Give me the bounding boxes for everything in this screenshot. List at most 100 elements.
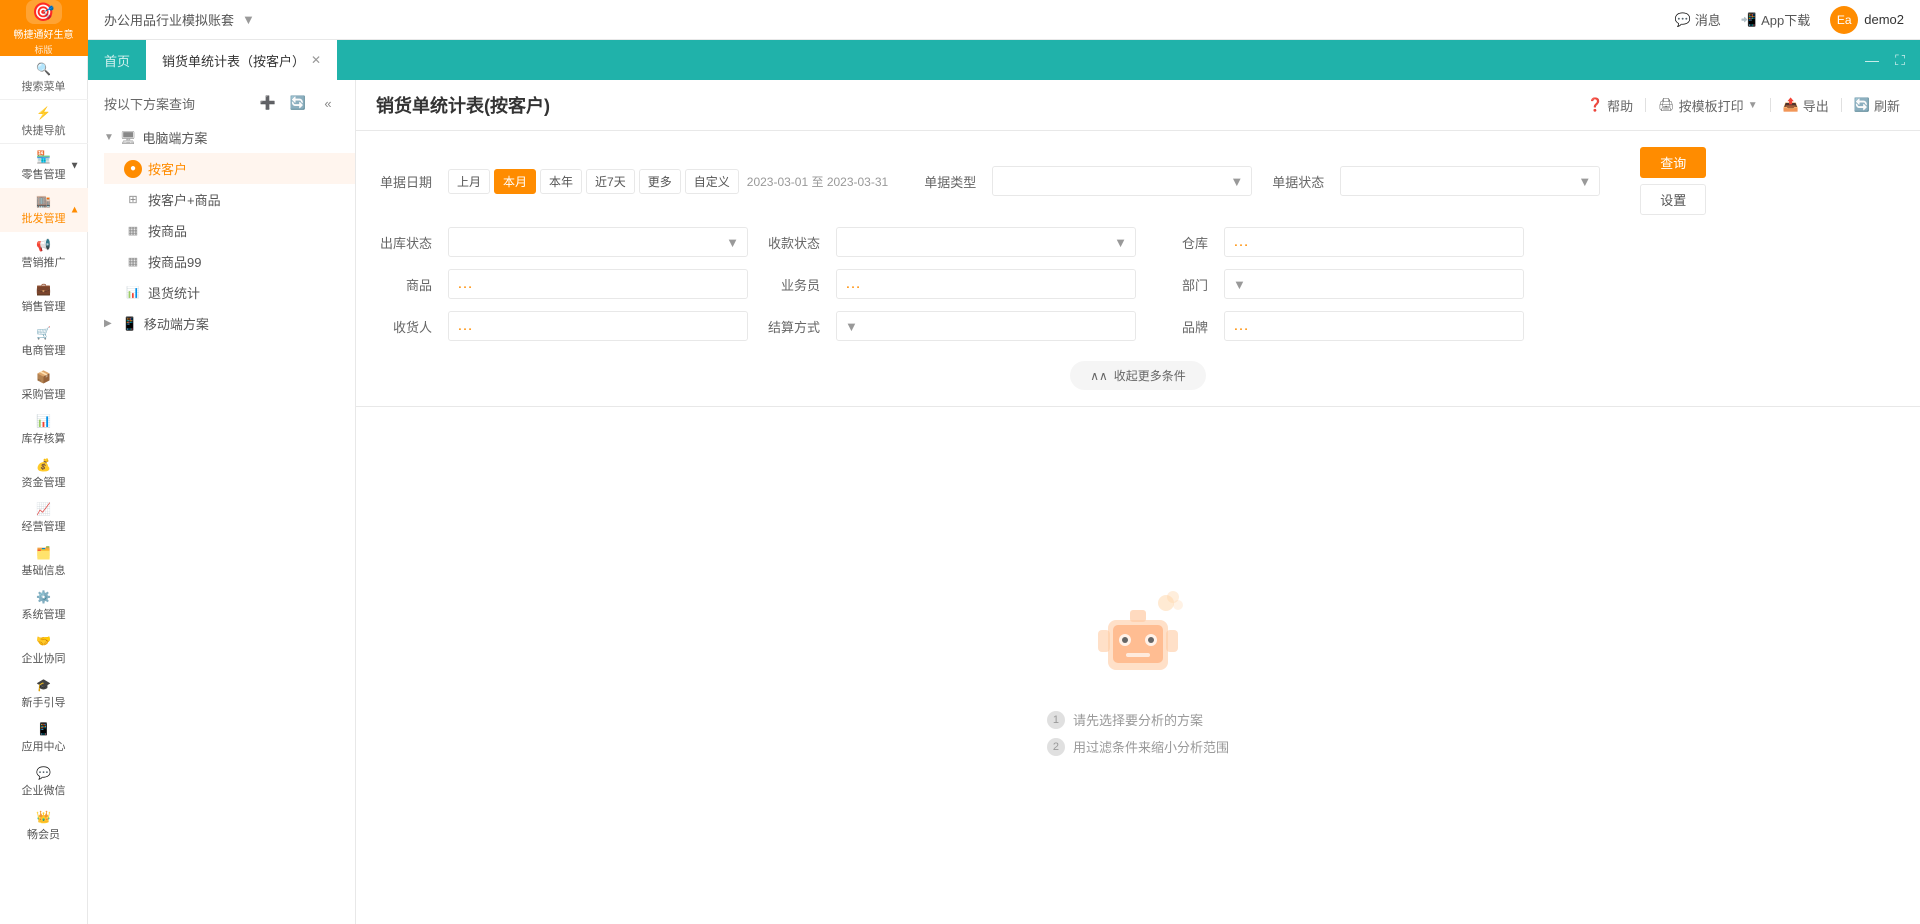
tip-text-1: 请先选择要分析的方案 <box>1073 710 1203 729</box>
date-range-display: 2023-03-01 至 2023-03-31 <box>747 173 888 190</box>
receipt-status-select[interactable]: ▼ <box>836 227 1136 257</box>
quick-nav-label: 快捷导航 <box>22 122 66 138</box>
wholesale-expand-icon: ▲ <box>70 205 80 216</box>
collapse-panel-btn[interactable]: « <box>317 92 339 114</box>
empty-state: 1 请先选择要分析的方案 2 用过滤条件来缩小分析范围 <box>356 407 1920 924</box>
empty-svg <box>1078 575 1198 695</box>
sidebar-item-purchase[interactable]: 📦 采购管理 <box>0 364 88 408</box>
tab-home[interactable]: 首页 <box>88 40 146 80</box>
desktop-group-children: ● 按客户 ⊞ 按客户+商品 ▦ 按商品 ▦ 按商品99 <box>88 153 355 308</box>
tip-num-1: 1 <box>1047 711 1065 729</box>
sidebar-item-ecommerce[interactable]: 🛒 电商管理 <box>0 320 88 364</box>
export-btn[interactable]: 📤 导出 <box>1783 96 1829 115</box>
custom-btn[interactable]: 自定义 <box>685 169 739 194</box>
sidebar-item-operations[interactable]: 📈 经营管理 <box>0 496 88 540</box>
window-minimize-btn[interactable]: — <box>1860 48 1884 72</box>
order-status-arrow: ▼ <box>1578 174 1591 189</box>
enterprise-wechat-icon: 💬 <box>36 766 51 780</box>
sidebar-item-sales[interactable]: 💼 销售管理 <box>0 276 88 320</box>
tab-sales-stats[interactable]: 销货单统计表（按客户） ✕ <box>146 40 337 80</box>
settings-btn[interactable]: 设置 <box>1640 184 1706 215</box>
consignee-select[interactable]: … <box>448 311 748 341</box>
last-7days-btn[interactable]: 近7天 <box>586 169 635 194</box>
main-area: 办公用品行业模拟账套 ▼ 💬 消息 📲 App下载 Ea demo2 首页 销货… <box>88 0 1920 924</box>
refund-stats-icon: 📊 <box>124 284 142 302</box>
settlement-arrow: ▼ <box>845 319 858 334</box>
left-panel-title: 按以下方案查询 <box>104 94 195 113</box>
filter-row-2: 出库状态 ▼ 收款状态 ▼ 仓库 … <box>376 227 1900 257</box>
more-btn[interactable]: 更多 <box>639 169 681 194</box>
help-label: 帮助 <box>1607 96 1633 115</box>
print-btn[interactable]: 🖨 按模板打印 ▼ <box>1658 96 1757 115</box>
sidebar-item-finance[interactable]: 💰 资金管理 <box>0 452 88 496</box>
dept-select[interactable]: ▼ <box>1224 269 1524 299</box>
sidebar-logo[interactable]: 🎯 畅捷通好生意 标版 <box>0 0 88 56</box>
message-icon: 💬 <box>1675 12 1691 28</box>
system-icon: ⚙️ <box>36 590 51 604</box>
sidebar-item-wholesale[interactable]: 🏬 批发管理 ▲ <box>0 188 88 232</box>
app-download-btn[interactable]: 📲 App下载 <box>1741 10 1810 29</box>
product-select[interactable]: … <box>448 269 748 299</box>
desktop-group-icon: 🖥 <box>120 130 137 146</box>
tree-node-by-product-99[interactable]: ▦ 按商品99 <box>104 246 355 277</box>
sidebar-search[interactable]: 🔍 搜索菜单 <box>0 56 88 100</box>
refresh-label: 刷新 <box>1874 96 1900 115</box>
desktop-group-header[interactable]: ▼ 🖥 电脑端方案 <box>88 122 355 153</box>
mobile-group-header[interactable]: ▶ 📱 移动端方案 <box>88 308 355 339</box>
out-status-select[interactable]: ▼ <box>448 227 748 257</box>
sidebar-quick-nav[interactable]: ⚡ 快捷导航 <box>0 100 88 144</box>
this-year-btn[interactable]: 本年 <box>540 169 582 194</box>
sidebar-item-member[interactable]: 👑 畅会员 <box>0 804 88 848</box>
app-center-icon: 📱 <box>36 722 51 736</box>
order-status-label: 单据状态 <box>1268 172 1324 191</box>
divider3 <box>1841 98 1842 112</box>
filter-row-1: 单据日期 上月 本月 本年 近7天 更多 自定义 2023-03-01 至 20… <box>376 147 1900 215</box>
sidebar-item-inventory[interactable]: 📊 库存核算 <box>0 408 88 452</box>
export-label: 导出 <box>1803 96 1829 115</box>
content-area: 按以下方案查询 ➕ 🔄 « ▼ 🖥 电脑端方案 ● 按客户 <box>88 80 1920 924</box>
by-customer-product-label: 按客户+商品 <box>148 190 221 209</box>
logo-sub: 标版 <box>34 43 52 56</box>
consignee-label: 收货人 <box>376 317 432 336</box>
sidebar-item-enterprise[interactable]: 🤝 企业协同 <box>0 628 88 672</box>
refresh-scheme-btn[interactable]: 🔄 <box>287 92 309 114</box>
sidebar-item-basic[interactable]: 🗂️ 基础信息 <box>0 540 88 584</box>
help-btn[interactable]: ❓ 帮助 <box>1587 96 1633 115</box>
sidebar-item-ecommerce-label: 电商管理 <box>22 342 66 358</box>
divider1 <box>1645 98 1646 112</box>
brand-select[interactable]: … <box>1224 311 1524 341</box>
last-month-btn[interactable]: 上月 <box>448 169 490 194</box>
tree-node-by-customer[interactable]: ● 按客户 <box>104 153 355 184</box>
empty-tip-1: 1 请先选择要分析的方案 <box>1047 710 1229 729</box>
dropdown-icon[interactable]: ▼ <box>242 12 255 27</box>
refresh-btn[interactable]: 🔄 刷新 <box>1854 96 1900 115</box>
warehouse-select[interactable]: … <box>1224 227 1524 257</box>
sidebar-item-retail[interactable]: 🏪 零售管理 ▼ <box>0 144 88 188</box>
order-status-select[interactable]: ▼ <box>1340 166 1600 196</box>
desktop-expand-icon: ▼ <box>104 132 114 143</box>
salesperson-select[interactable]: … <box>836 269 1136 299</box>
empty-tip-2: 2 用过滤条件来缩小分析范围 <box>1047 737 1229 756</box>
message-btn[interactable]: 💬 消息 <box>1675 10 1721 29</box>
tree-node-by-product[interactable]: ▦ 按商品 <box>104 215 355 246</box>
sidebar-item-app-center[interactable]: 📱 应用中心 <box>0 716 88 760</box>
tree-node-refund-stats[interactable]: 📊 退货统计 <box>104 277 355 308</box>
query-btn[interactable]: 查询 <box>1640 147 1706 178</box>
sidebar-item-newbie[interactable]: 🎓 新手引导 <box>0 672 88 716</box>
order-type-select[interactable]: ▼ <box>992 166 1252 196</box>
settlement-label: 结算方式 <box>764 317 820 336</box>
add-scheme-btn[interactable]: ➕ <box>257 92 279 114</box>
user-area[interactable]: Ea demo2 <box>1830 6 1904 34</box>
collapse-btn[interactable]: ∧∧ 收起更多条件 <box>1070 361 1206 390</box>
print-label: 按模板打印 <box>1679 96 1744 115</box>
filter-row-3: 商品 … 业务员 … 部门 ▼ <box>376 269 1900 299</box>
tab-close-icon[interactable]: ✕ <box>311 53 321 67</box>
sidebar-item-enterprise-wechat[interactable]: 💬 企业微信 <box>0 760 88 804</box>
tree-node-by-customer-product[interactable]: ⊞ 按客户+商品 <box>104 184 355 215</box>
sidebar-item-system[interactable]: ⚙️ 系统管理 <box>0 584 88 628</box>
window-maximize-btn[interactable]: ⛶ <box>1888 48 1912 72</box>
tab-home-label: 首页 <box>104 51 130 70</box>
settlement-select[interactable]: ▼ <box>836 311 1136 341</box>
sidebar-item-marketing[interactable]: 📢 营销推广 <box>0 232 88 276</box>
this-month-btn[interactable]: 本月 <box>494 169 536 194</box>
